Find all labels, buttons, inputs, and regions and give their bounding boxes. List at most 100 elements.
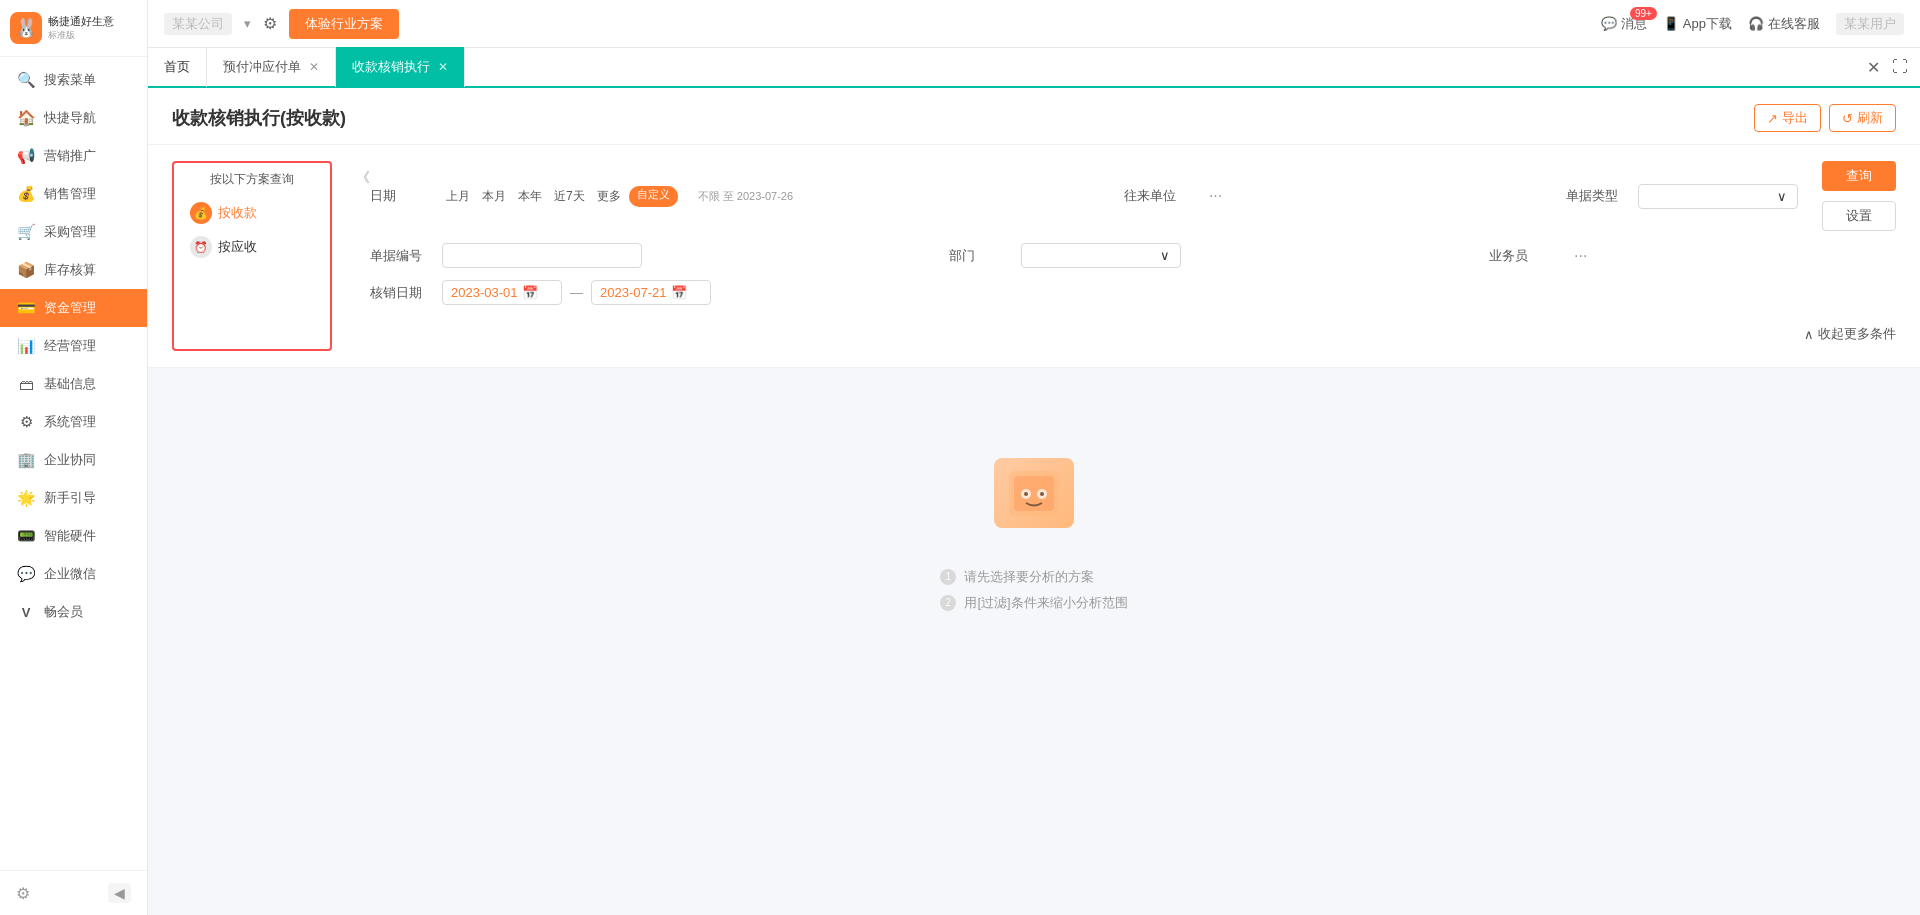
tip-1-num: 1 — [940, 569, 956, 585]
sidebar-item-inventory[interactable]: 📦 库存核算 — [0, 251, 147, 289]
receipt-icon: 💰 — [190, 202, 212, 224]
tab-collection-close-icon[interactable]: ✕ — [438, 60, 448, 74]
counter-unit-label: 往来单位 — [1124, 187, 1184, 205]
verify-date-start-input[interactable]: 2023-03-01 📅 — [442, 280, 562, 305]
tabbar: 首页 预付冲应付单 ✕ 收款核销执行 ✕ ✕ ⛶ — [148, 48, 1920, 88]
basic-icon: 🗃 — [16, 376, 36, 393]
filter-collapse-button[interactable]: 《 — [356, 161, 370, 351]
collapse-icon: 《 — [356, 169, 370, 187]
tab-home-label: 首页 — [164, 58, 190, 76]
tab-collection[interactable]: 收款核销执行 ✕ — [336, 47, 465, 87]
date-tab-this-month[interactable]: 本月 — [478, 186, 510, 207]
empty-state: 1 请先选择要分析的方案 2 用[过滤]条件来缩小分析范围 — [148, 368, 1920, 696]
dept-select[interactable]: ∨ — [1021, 243, 1181, 268]
topbar-right: 💬 消息 99+ 📱 App下载 🎧 在线客服 某某用户 — [1601, 13, 1904, 35]
sidebar-item-purchase[interactable]: 🛒 采购管理 — [0, 213, 147, 251]
wechat-icon: 💬 — [16, 565, 36, 583]
empty-tips: 1 请先选择要分析的方案 2 用[过滤]条件来缩小分析范围 — [940, 564, 1127, 616]
svg-point-5 — [1040, 492, 1044, 496]
export-icon: ↗ — [1767, 111, 1778, 126]
sidebar-nav: 🔍 搜索菜单 🏠 快捷导航 📢 营销推广 💰 销售管理 🛒 采购管理 📦 库存核… — [0, 57, 147, 870]
page-header: 收款核销执行(按收款) ↗ 导出 ↺ 刷新 — [148, 88, 1920, 145]
sidebar-item-search[interactable]: 🔍 搜索菜单 — [0, 61, 147, 99]
filter-option-by-receivable[interactable]: ⏰ 按应收 — [182, 230, 322, 264]
sidebar-item-label: 采购管理 — [44, 223, 96, 241]
dept-label: 部门 — [949, 247, 1009, 265]
sidebar-item-label: 基础信息 — [44, 375, 96, 393]
online-service-button[interactable]: 🎧 在线客服 — [1748, 15, 1820, 33]
tab-prepay[interactable]: 预付冲应付单 ✕ — [207, 47, 336, 87]
filter-row-2: 单据编号 部门 ∨ 业务员 ··· — [370, 243, 1896, 268]
logo-badge: 标准版 — [48, 29, 114, 42]
settings-button[interactable]: 设置 — [1822, 201, 1896, 231]
filter-option-receipt-label: 按收款 — [218, 204, 257, 222]
expand-icon[interactable]: ⛶ — [1888, 54, 1912, 80]
home-icon: 🏠 — [16, 109, 36, 127]
staff-label: 业务员 — [1489, 247, 1549, 265]
filter-option-by-receipt[interactable]: 💰 按收款 — [182, 196, 322, 230]
date-tab-more[interactable]: 更多 — [593, 186, 625, 207]
filter-layout: 按以下方案查询 💰 按收款 ⏰ 按应收 《 — [172, 161, 1896, 351]
staff-selector[interactable]: ··· — [1561, 247, 1601, 265]
hardware-icon: 📟 — [16, 527, 36, 545]
tab-prepay-close-icon[interactable]: ✕ — [309, 60, 319, 74]
sidebar-item-member[interactable]: V 畅会员 — [0, 593, 147, 631]
filter-selector-title: 按以下方案查询 — [182, 171, 322, 188]
sidebar-item-hardware[interactable]: 📟 智能硬件 — [0, 517, 147, 555]
topbar-gear-icon[interactable]: ⚙ — [263, 14, 277, 33]
message-button[interactable]: 💬 消息 99+ — [1601, 15, 1647, 33]
doc-no-input[interactable] — [442, 243, 642, 268]
collapse-more-button[interactable]: ∧ 收起更多条件 — [1804, 317, 1896, 351]
solution-button[interactable]: 体验行业方案 — [289, 9, 399, 39]
sidebar-item-label: 企业协同 — [44, 451, 96, 469]
dept-arrow-icon: ∨ — [1160, 248, 1170, 263]
sidebar-item-label: 销售管理 — [44, 185, 96, 203]
empty-tip-2: 2 用[过滤]条件来缩小分析范围 — [940, 590, 1127, 616]
sidebar-item-basic[interactable]: 🗃 基础信息 — [0, 365, 147, 403]
tabbar-actions: ✕ ⛶ — [1863, 54, 1920, 81]
sidebar-item-label: 企业微信 — [44, 565, 96, 583]
business-icon: 📊 — [16, 337, 36, 355]
date-tab-7days[interactable]: 近7天 — [550, 186, 589, 207]
sidebar-item-label: 新手引导 — [44, 489, 96, 507]
sidebar-item-wechat[interactable]: 💬 企业微信 — [0, 555, 147, 593]
sidebar-item-system[interactable]: ⚙ 系统管理 — [0, 403, 147, 441]
sidebar-item-quick-nav[interactable]: 🏠 快捷导航 — [0, 99, 147, 137]
system-icon: ⚙ — [16, 413, 36, 431]
company-dropdown-icon[interactable]: ▾ — [244, 16, 251, 31]
settings-icon[interactable]: ⚙ — [16, 884, 30, 903]
doc-type-select[interactable]: ∨ — [1638, 184, 1798, 209]
finance-icon: 💳 — [16, 299, 36, 317]
date-separator: — — [570, 285, 583, 300]
app-download-button[interactable]: 📱 App下载 — [1663, 15, 1732, 33]
query-button[interactable]: 查询 — [1822, 161, 1896, 191]
sidebar-item-business[interactable]: 📊 经营管理 — [0, 327, 147, 365]
refresh-button[interactable]: ↺ 刷新 — [1829, 104, 1896, 132]
counter-unit-selector[interactable]: ··· — [1196, 187, 1236, 205]
purchase-icon: 🛒 — [16, 223, 36, 241]
collapse-more-icon: ∧ — [1804, 327, 1814, 342]
empty-tip-1: 1 请先选择要分析的方案 — [940, 564, 1127, 590]
verify-date-end-value: 2023-07-21 — [600, 285, 667, 300]
collapse-sidebar-button[interactable]: ◀ — [108, 883, 131, 903]
guide-icon: 🌟 — [16, 489, 36, 507]
date-tab-last-month[interactable]: 上月 — [442, 186, 474, 207]
user-info[interactable]: 某某用户 — [1836, 13, 1904, 35]
logo-text: 畅捷通好生意 — [48, 14, 114, 28]
verify-date-end-input[interactable]: 2023-07-21 📅 — [591, 280, 711, 305]
sidebar-item-marketing[interactable]: 📢 营销推广 — [0, 137, 147, 175]
service-icon: 🎧 — [1748, 16, 1764, 31]
date-tab-this-year[interactable]: 本年 — [514, 186, 546, 207]
sidebar-item-enterprise[interactable]: 🏢 企业协同 — [0, 441, 147, 479]
sidebar-item-sales[interactable]: 💰 销售管理 — [0, 175, 147, 213]
date-custom-tag[interactable]: 自定义 — [629, 186, 678, 207]
tip-1-text: 请先选择要分析的方案 — [964, 564, 1094, 590]
close-tab-icon[interactable]: ✕ — [1863, 54, 1884, 81]
export-label: 导出 — [1782, 109, 1808, 127]
sidebar-item-label: 系统管理 — [44, 413, 96, 431]
export-button[interactable]: ↗ 导出 — [1754, 104, 1821, 132]
sidebar-item-finance[interactable]: 💳 资金管理 — [0, 289, 147, 327]
tab-home[interactable]: 首页 — [148, 47, 207, 87]
message-badge: 99+ — [1630, 7, 1657, 20]
sidebar-item-guide[interactable]: 🌟 新手引导 — [0, 479, 147, 517]
